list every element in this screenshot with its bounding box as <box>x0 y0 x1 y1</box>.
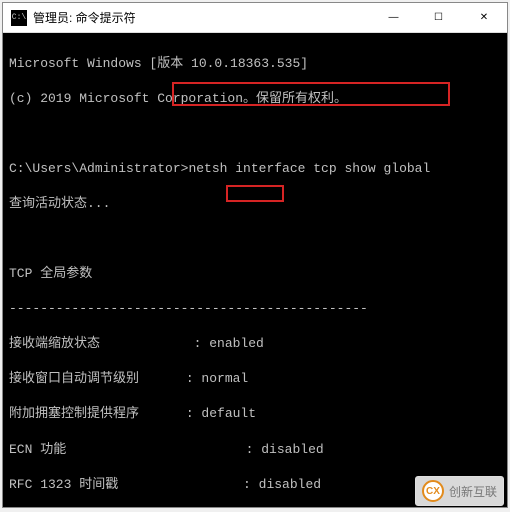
titlebar[interactable]: C:\ 管理员: 命令提示符 — ☐ ✕ <box>3 3 507 33</box>
table-row: ECN 功能 : disabled <box>9 441 501 459</box>
minimize-button[interactable]: — <box>371 3 416 32</box>
blank-line <box>9 230 501 248</box>
close-button[interactable]: ✕ <box>461 3 507 32</box>
cmd-icon: C:\ <box>11 10 27 26</box>
watermark-logo-icon: CX <box>422 480 444 502</box>
watermark-text: 创新互联 <box>449 483 497 500</box>
terminal-content[interactable]: Microsoft Windows [版本 10.0.18363.535] (c… <box>3 33 507 507</box>
blank-line <box>9 125 501 143</box>
section-header: TCP 全局参数 <box>9 265 501 283</box>
status-line: 查询活动状态... <box>9 195 501 213</box>
entered-command: netsh interface tcp show global <box>188 161 430 176</box>
watermark: CX 创新互联 <box>415 476 504 506</box>
table-row: 接收端缩放状态 : enabled <box>9 335 501 353</box>
banner-line: (c) 2019 Microsoft Corporation。保留所有权利。 <box>9 90 501 108</box>
cmd-window: C:\ 管理员: 命令提示符 — ☐ ✕ Microsoft Windows [… <box>2 2 508 508</box>
window-title: 管理员: 命令提示符 <box>33 9 371 26</box>
prompt-line: C:\Users\Administrator>netsh interface t… <box>9 160 501 178</box>
table-row: 接收窗口自动调节级别 : normal <box>9 370 501 388</box>
table-row: 附加拥塞控制提供程序 : default <box>9 405 501 423</box>
banner-line: Microsoft Windows [版本 10.0.18363.535] <box>9 55 501 73</box>
prompt-path: C:\Users\Administrator> <box>9 161 188 176</box>
maximize-button[interactable]: ☐ <box>416 3 461 32</box>
dash-rule: ----------------------------------------… <box>9 300 501 318</box>
window-controls: — ☐ ✕ <box>371 3 507 32</box>
